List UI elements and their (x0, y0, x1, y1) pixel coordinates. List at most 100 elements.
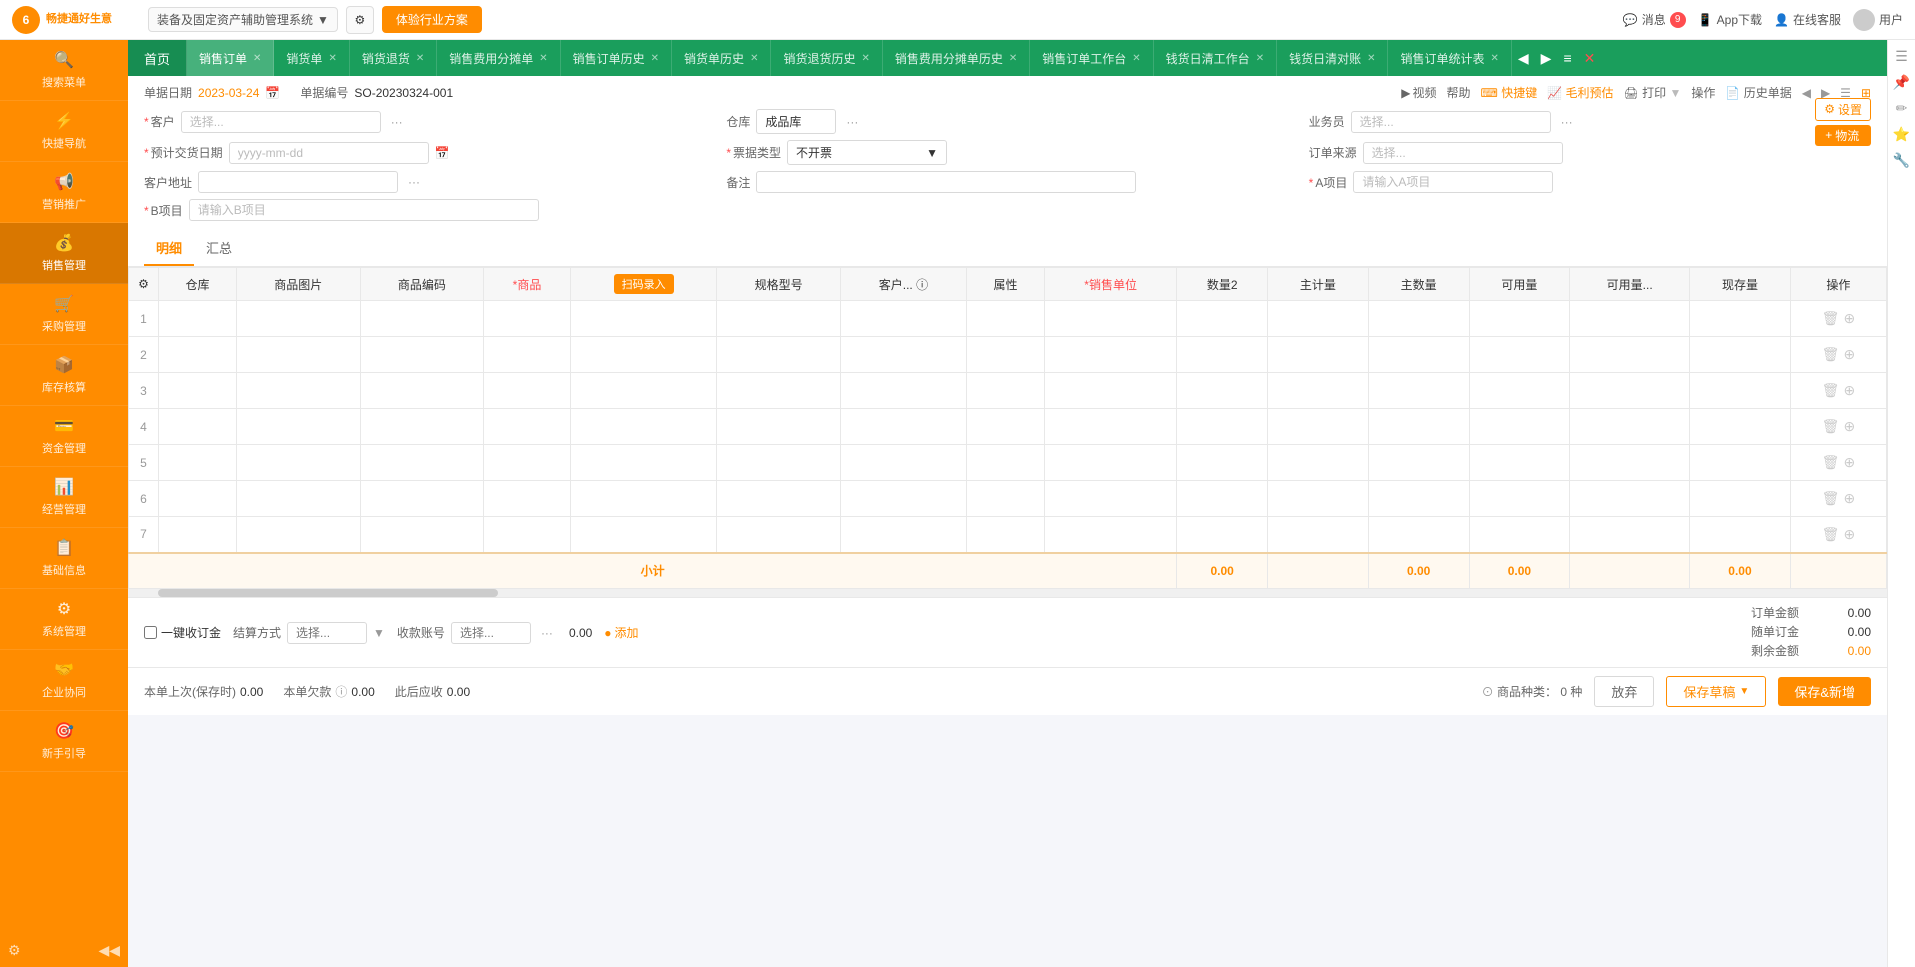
tab-close-fee-hist[interactable]: ✕ (1009, 53, 1017, 64)
sidebar-item-system[interactable]: ⚙ 系统管理 (0, 589, 128, 650)
help-btn[interactable]: 帮助 (1447, 84, 1471, 101)
system-selector[interactable]: 装备及固定资产辅助管理系统 ▼ (148, 7, 338, 32)
date-picker-icon[interactable]: 📅 (435, 146, 450, 160)
row-1-product[interactable] (484, 301, 571, 337)
view-btn[interactable]: ▶ 视频 (1401, 84, 1436, 101)
salesperson-input[interactable] (1351, 111, 1551, 133)
row-1-attr[interactable] (966, 301, 1044, 337)
goods-count-icon[interactable]: ⊙ (1482, 685, 1494, 699)
row-1-customer-info[interactable] (840, 301, 966, 337)
tab-close-reconcile[interactable]: ✕ (1367, 53, 1375, 64)
row-2-copy-icon[interactable]: ⊕ (1843, 346, 1855, 363)
row-2-product[interactable] (484, 337, 571, 373)
tab-daily-workbench[interactable]: 钱货日清工作台 ✕ (1154, 40, 1277, 76)
tab-sales-order-hist[interactable]: 销售订单历史 ✕ (561, 40, 672, 76)
row-2-warehouse[interactable] (159, 337, 237, 373)
row-7-delete-icon[interactable]: 🗑 (1822, 526, 1840, 543)
tab-stats[interactable]: 销售订单统计表 ✕ (1388, 40, 1511, 76)
profit-btn[interactable]: 📈 毛利预估 (1547, 84, 1613, 101)
tab-close-sales-fee[interactable]: ✕ (539, 53, 547, 64)
sidebar-item-inventory[interactable]: 📦 库存核算 (0, 345, 128, 406)
one-click-order-checkbox[interactable]: 一键收订金 (144, 624, 221, 641)
salesperson-dots[interactable]: ··· (1557, 115, 1577, 129)
shortcut-btn[interactable]: ⌨ 快捷键 (1481, 84, 1538, 101)
sidebar-item-shortcuts[interactable]: ⚡ 快捷导航 (0, 101, 128, 162)
row-1-qty2[interactable] (1177, 301, 1268, 337)
tab-fee-hist[interactable]: 销售费用分摊单历史 ✕ (883, 40, 1030, 76)
receipt-dots[interactable]: ··· (537, 626, 557, 640)
col-gear[interactable]: ⚙ (129, 268, 159, 301)
sidebar-settings-icon[interactable]: ⚙ (8, 942, 21, 959)
user-item[interactable]: 用户 (1853, 9, 1903, 31)
history-btn[interactable]: 📄 历史单据 (1725, 84, 1791, 101)
tab-sales-fee[interactable]: 销售费用分摊单 ✕ (437, 40, 560, 76)
a-project-input[interactable] (1353, 171, 1553, 193)
tab-close-sales-goods[interactable]: ✕ (328, 53, 336, 64)
tab-sales-return[interactable]: 销货退货 ✕ (350, 40, 437, 76)
tab-nav-menu[interactable]: ≡ (1557, 50, 1577, 66)
tab-home[interactable]: 首页 (128, 40, 187, 76)
sidebar-item-operations[interactable]: 📊 经营管理 (0, 467, 128, 528)
remark-input[interactable] (756, 171, 1136, 193)
scrollbar-thumb[interactable] (158, 589, 498, 597)
order-source-input[interactable] (1363, 142, 1563, 164)
tab-close-workbench[interactable]: ✕ (1132, 53, 1140, 64)
app-download-item[interactable]: 📱 App下载 (1698, 11, 1762, 28)
discard-button[interactable]: 放弃 (1594, 676, 1654, 707)
receipt-no-input[interactable] (451, 622, 531, 644)
row-2-qty2[interactable] (1177, 337, 1268, 373)
customer-input[interactable] (181, 111, 381, 133)
tab-close-stats[interactable]: ✕ (1491, 53, 1499, 64)
invoice-type-select[interactable]: 不开票 ▼ (787, 140, 947, 165)
tab-sales-goods-hist[interactable]: 销货单历史 ✕ (672, 40, 771, 76)
right-icon-edit[interactable]: ✏ (1890, 96, 1914, 120)
operate-btn[interactable]: 操作 (1691, 84, 1715, 101)
sidebar-item-basic-info[interactable]: 📋 基础信息 (0, 528, 128, 589)
save-draft-button[interactable]: 保存草稿 ▼ (1666, 676, 1766, 707)
sidebar-collapse-icon[interactable]: ◀◀ (98, 942, 120, 959)
row-4-copy-icon[interactable]: ⊕ (1843, 418, 1855, 435)
current-order-info-icon[interactable]: ⓘ (335, 683, 347, 700)
row-2-spec[interactable] (717, 337, 841, 373)
set-button[interactable]: ⚙ 设置 (1815, 98, 1871, 121)
row-1-warehouse[interactable] (159, 301, 237, 337)
payment-method-input[interactable] (287, 622, 367, 644)
warehouse-dots[interactable]: ··· (842, 115, 862, 129)
sidebar-item-purchase[interactable]: 🛒 采购管理 (0, 284, 128, 345)
tab-detail[interactable]: 明细 (144, 231, 194, 266)
material-button[interactable]: + 物流 (1815, 125, 1871, 146)
tab-reconcile[interactable]: 钱货日清对账 ✕ (1277, 40, 1388, 76)
row-2-attr[interactable] (966, 337, 1044, 373)
customer-addr-dots[interactable]: ··· (404, 175, 424, 189)
sidebar-item-finance[interactable]: 💳 资金管理 (0, 406, 128, 467)
right-icon-layout[interactable]: ☰ (1890, 44, 1914, 68)
tab-close-sales-order[interactable]: ✕ (253, 53, 261, 64)
row-1-code[interactable] (360, 301, 484, 337)
customer-dots[interactable]: ··· (387, 115, 407, 129)
row-2-code[interactable] (360, 337, 484, 373)
row-5-copy-icon[interactable]: ⊕ (1843, 454, 1855, 471)
sidebar-item-collab[interactable]: 🤝 企业协同 (0, 650, 128, 711)
sidebar-item-sales[interactable]: 💰 销售管理 (0, 223, 128, 284)
row-6-delete-icon[interactable]: 🗑 (1822, 490, 1840, 507)
online-service-item[interactable]: 👤 在线客服 (1774, 11, 1841, 28)
row-4-delete-icon[interactable]: 🗑 (1822, 418, 1840, 435)
customer-addr-input[interactable] (198, 171, 398, 193)
row-2-unit[interactable] (1044, 337, 1176, 373)
row-1-spec[interactable] (717, 301, 841, 337)
industry-button[interactable]: 体验行业方案 (382, 6, 482, 33)
row-7-copy-icon[interactable]: ⊕ (1843, 526, 1855, 543)
tab-return-hist[interactable]: 销货退货历史 ✕ (771, 40, 882, 76)
right-icon-tool[interactable]: 🔧 (1890, 148, 1914, 172)
scan-button[interactable]: 扫码录入 (614, 274, 674, 294)
tab-close-sales-order-hist[interactable]: ✕ (651, 53, 659, 64)
tab-close-daily-workbench[interactable]: ✕ (1256, 53, 1264, 64)
tab-sales-order[interactable]: 销售订单 ✕ (187, 40, 274, 76)
horizontal-scrollbar[interactable] (128, 589, 1887, 597)
save-new-button[interactable]: 保存&新增 (1778, 677, 1871, 706)
tab-nav-right[interactable]: ▶ (1535, 50, 1558, 67)
add-button[interactable]: ● 添加 (604, 624, 638, 641)
tab-close-sales-goods-hist[interactable]: ✕ (750, 53, 758, 64)
right-icon-pin[interactable]: 📌 (1890, 70, 1914, 94)
prev-record-btn[interactable]: ◀ (1802, 86, 1811, 100)
